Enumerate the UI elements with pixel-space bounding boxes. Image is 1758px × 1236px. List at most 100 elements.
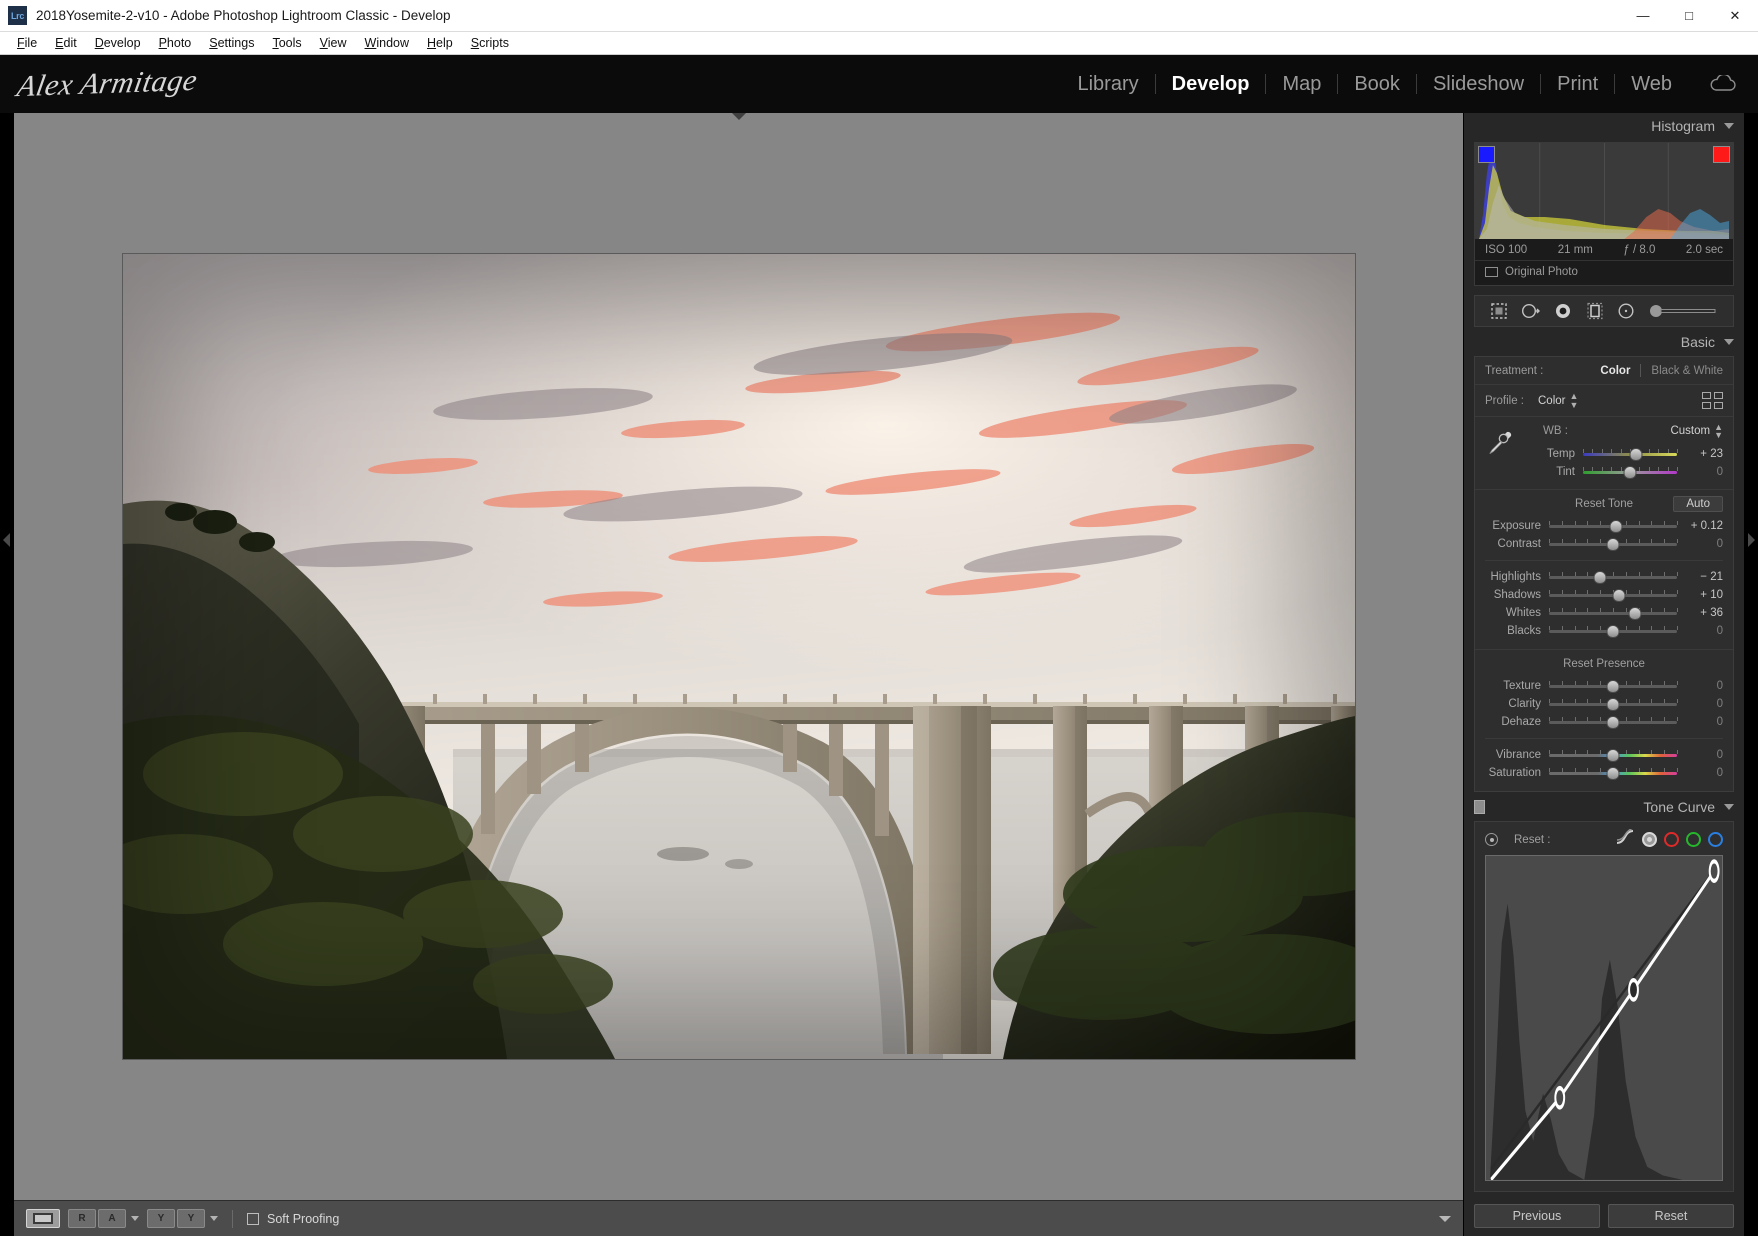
menu-window[interactable]: Window (356, 34, 418, 52)
histogram-collapse-icon[interactable] (1724, 123, 1734, 129)
tone-curve-header[interactable]: Tone Curve (1464, 792, 1744, 821)
adjustment-brush-tool-icon[interactable] (1647, 301, 1719, 321)
slider-value-dehaze[interactable]: 0 (1677, 716, 1723, 728)
toolbar-collapse-caret-icon[interactable] (1439, 1215, 1451, 1222)
original-photo-row[interactable]: Original Photo (1475, 260, 1733, 285)
module-slideshow[interactable]: Slideshow (1417, 73, 1540, 96)
tone-curve-switch-icon[interactable] (1474, 800, 1485, 815)
before-after-caret-icon[interactable] (131, 1216, 139, 1221)
slider-knob-temp[interactable] (1629, 448, 1643, 462)
slider-value-shadows[interactable]: + 10 (1677, 589, 1723, 601)
slider-tint[interactable]: Tint 0 (1519, 463, 1723, 481)
treatment-bw-option[interactable]: Black & White (1651, 365, 1723, 377)
slider-track-tint[interactable] (1583, 466, 1678, 480)
slider-knob-whites[interactable] (1628, 607, 1642, 621)
identity-plate[interactable]: Alex Armitage (14, 64, 200, 104)
slider-knob-vibrance[interactable] (1606, 749, 1620, 763)
reset-tone-label[interactable]: Reset Tone (1575, 498, 1633, 510)
module-map[interactable]: Map (1266, 73, 1337, 96)
menu-photo[interactable]: Photo (150, 34, 201, 52)
tone-curve-graph[interactable] (1485, 855, 1723, 1181)
module-print[interactable]: Print (1541, 73, 1614, 96)
close-button[interactable]: ✕ (1712, 0, 1758, 32)
top-panel-toggle-nub[interactable] (731, 113, 746, 120)
profile-stepper-icon[interactable]: ▲ ▼ (1569, 392, 1578, 409)
green-channel-swatch[interactable] (1686, 832, 1701, 848)
auto-tone-button[interactable]: Auto (1673, 496, 1723, 513)
slider-knob-dehaze[interactable] (1606, 716, 1620, 730)
slider-blacks[interactable]: Blacks 0 (1485, 622, 1723, 640)
previous-button[interactable]: Previous (1474, 1204, 1600, 1228)
slider-value-highlights[interactable]: − 21 (1677, 571, 1723, 583)
reset-button[interactable]: Reset (1608, 1204, 1734, 1228)
white-balance-eyedropper-icon[interactable] (1485, 423, 1519, 462)
red-channel-swatch[interactable] (1664, 832, 1679, 848)
compare-caret-icon[interactable] (210, 1216, 218, 1221)
treatment-color-option[interactable]: Color (1600, 365, 1630, 377)
slider-track-blacks[interactable] (1549, 625, 1678, 639)
slider-value-saturation[interactable]: 0 (1677, 767, 1723, 779)
slider-track-contrast[interactable] (1549, 538, 1678, 552)
slider-clarity[interactable]: Clarity 0 (1485, 695, 1723, 713)
slider-value-exposure[interactable]: + 0.12 (1677, 520, 1723, 532)
soft-proofing-label[interactable]: Soft Proofing (267, 1212, 339, 1226)
slider-highlights[interactable]: Highlights − 21 (1485, 568, 1723, 586)
slider-knob-blacks[interactable] (1606, 625, 1620, 639)
compare-Y2-button[interactable]: Y (177, 1209, 205, 1228)
slider-knob-shadows[interactable] (1612, 589, 1626, 603)
slider-value-vibrance[interactable]: 0 (1677, 749, 1723, 761)
radial-filter-tool-icon[interactable] (1616, 301, 1636, 321)
slider-knob-saturation[interactable] (1606, 767, 1620, 781)
slider-value-tint[interactable]: 0 (1677, 466, 1723, 478)
cloud-sync-icon[interactable] (1706, 72, 1740, 96)
slider-whites[interactable]: Whites + 36 (1485, 604, 1723, 622)
white-channel-swatch[interactable] (1642, 832, 1657, 848)
module-library[interactable]: Library (1061, 73, 1154, 96)
slider-value-texture[interactable]: 0 (1677, 680, 1723, 692)
basic-collapse-icon[interactable] (1724, 339, 1734, 345)
module-book[interactable]: Book (1338, 73, 1416, 96)
slider-exposure[interactable]: Exposure + 0.12 (1485, 517, 1723, 535)
shadow-clipping-indicator[interactable] (1478, 146, 1495, 163)
menu-edit[interactable]: Edit (46, 34, 86, 52)
slider-track-saturation[interactable] (1549, 767, 1678, 781)
compare-Y-button[interactable]: Y (147, 1209, 175, 1228)
targeted-adjustment-icon[interactable] (1485, 833, 1498, 847)
tone-curve-reset-label[interactable]: Reset : (1514, 834, 1550, 846)
crop-tool-icon[interactable] (1489, 301, 1509, 321)
right-panel-toggle[interactable] (1744, 113, 1758, 1236)
blue-channel-swatch[interactable] (1708, 832, 1723, 848)
slider-knob-tint[interactable] (1623, 466, 1637, 480)
slider-track-vibrance[interactable] (1549, 749, 1678, 763)
histogram-header[interactable]: Histogram (1464, 113, 1744, 139)
menu-file[interactable]: File (8, 34, 46, 52)
slider-track-whites[interactable] (1549, 607, 1678, 621)
slider-value-whites[interactable]: + 36 (1677, 607, 1723, 619)
highlight-clipping-indicator[interactable] (1713, 146, 1730, 163)
before-after-R-button[interactable]: R (68, 1209, 96, 1228)
slider-dehaze[interactable]: Dehaze 0 (1485, 713, 1723, 731)
slider-knob-contrast[interactable] (1606, 538, 1620, 552)
wb-stepper-icon[interactable]: ▲ ▼ (1714, 422, 1723, 439)
slider-track-shadows[interactable] (1549, 589, 1678, 603)
red-eye-tool-icon[interactable] (1553, 301, 1573, 321)
slider-vibrance[interactable]: Vibrance 0 (1485, 746, 1723, 764)
module-develop[interactable]: Develop (1156, 73, 1266, 96)
slider-track-highlights[interactable] (1549, 571, 1678, 585)
slider-knob-highlights[interactable] (1593, 571, 1607, 585)
module-web[interactable]: Web (1615, 73, 1688, 96)
slider-knob-exposure[interactable] (1609, 520, 1623, 534)
masking-rect-tool-icon[interactable] (1585, 301, 1605, 321)
loupe-view-button[interactable] (26, 1209, 60, 1228)
left-panel-toggle[interactable] (0, 113, 14, 1236)
slider-value-clarity[interactable]: 0 (1677, 698, 1723, 710)
loupe-photo[interactable] (122, 254, 1355, 1059)
slider-knob-clarity[interactable] (1606, 698, 1620, 712)
menu-tools[interactable]: Tools (263, 34, 310, 52)
menu-scripts[interactable]: Scripts (462, 34, 518, 52)
soft-proofing-checkbox[interactable] (247, 1212, 259, 1225)
histogram-graph[interactable] (1475, 143, 1733, 239)
menu-help[interactable]: Help (418, 34, 462, 52)
slider-track-texture[interactable] (1549, 680, 1678, 694)
maximize-button[interactable]: □ (1666, 0, 1712, 32)
